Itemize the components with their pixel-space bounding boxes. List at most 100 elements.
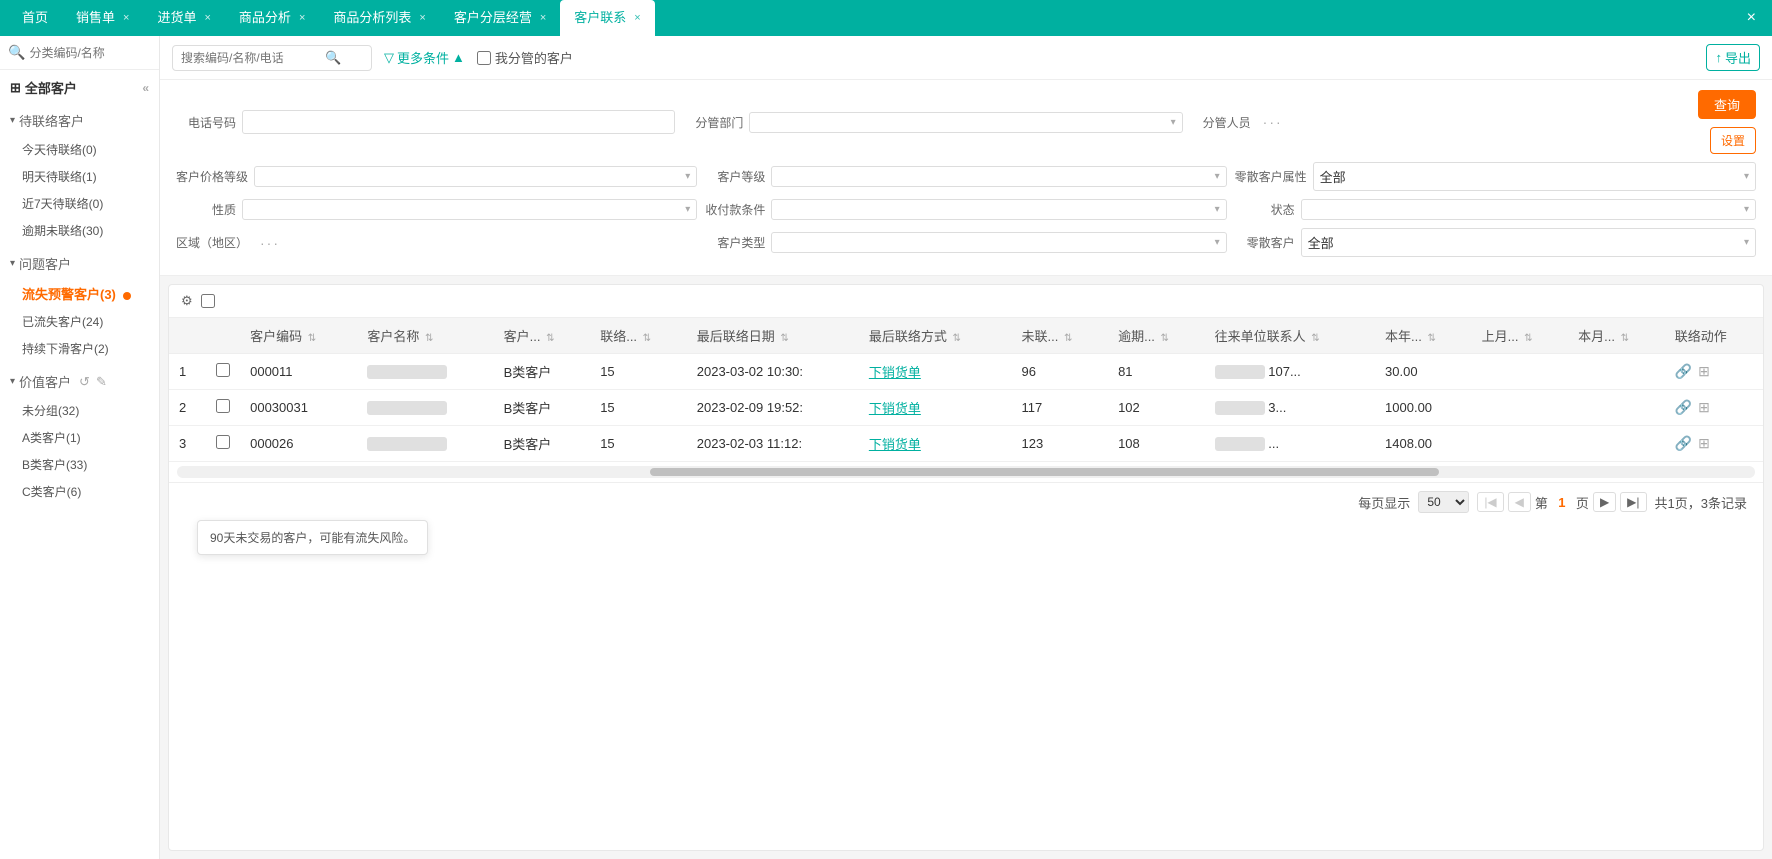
nav-home[interactable]: 首页 (8, 0, 62, 36)
sidebar-search-input[interactable] (29, 46, 160, 60)
row-checkbox-0[interactable] (216, 363, 230, 377)
sort-unlink-icon[interactable]: ⇅ (1064, 333, 1072, 344)
status-select[interactable]: ▾ (1301, 199, 1756, 220)
scrollbar-thumb[interactable] (650, 468, 1439, 476)
dept-select[interactable]: ▾ (749, 112, 1182, 133)
sidebar-item-tomorrow[interactable]: 明天待联络(1) (0, 163, 159, 190)
action-link-icon[interactable]: 🔗 (1675, 435, 1692, 452)
cell-check[interactable] (206, 426, 240, 462)
cell-name (357, 426, 493, 462)
col-this-year: 本年... ⇅ (1375, 318, 1472, 354)
sort-lastmonth-icon[interactable]: ⇅ (1524, 333, 1532, 344)
sort-name-icon[interactable]: ⇅ (425, 333, 433, 344)
sidebar-item-declining[interactable]: 持续下滑客户(2) (0, 335, 159, 362)
nav-customer-tier[interactable]: 客户分层经营 × (440, 0, 560, 36)
table-footer: 每页显示 50 100 200 |◀ ◀ 第 1 页 ▶ ▶| 共1页，3条记录 (169, 482, 1763, 521)
sort-code-icon[interactable]: ⇅ (308, 333, 316, 344)
retail-attr-chevron-icon: ▾ (1744, 171, 1749, 182)
cell-this-month (1568, 354, 1665, 390)
cell-last-date: 2023-02-03 11:12: (687, 426, 859, 462)
per-page-select[interactable]: 50 100 200 (1418, 491, 1469, 513)
last-method-link[interactable]: 下销货单 (869, 437, 921, 452)
sidebar-item-churn-warning[interactable]: 流失预警客户(3) (0, 279, 159, 308)
edit-icon[interactable]: ✎ (96, 374, 107, 390)
global-close-button[interactable]: × (1739, 9, 1764, 27)
price-grade-select[interactable]: ▾ (254, 166, 697, 187)
region-dots-icon[interactable]: ··· (254, 233, 286, 253)
person-dots-icon[interactable]: ··· (1257, 112, 1289, 132)
sidebar-group-problem-title[interactable]: ▾ 问题客户 (0, 248, 159, 279)
sort-year-icon[interactable]: ⇅ (1428, 333, 1436, 344)
action-link-icon[interactable]: 🔗 (1675, 399, 1692, 416)
last-method-link[interactable]: 下销货单 (869, 365, 921, 380)
sidebar-item-7days[interactable]: 近7天待联络(0) (0, 190, 159, 217)
payment-select[interactable]: ▾ (771, 199, 1226, 220)
sidebar-group-value-title[interactable]: ▾ 价值客户 ↺ ✎ (0, 366, 159, 397)
sort-method-icon[interactable]: ⇅ (952, 333, 960, 344)
action-grid-icon[interactable]: ⊞ (1698, 399, 1710, 416)
cust-type-select[interactable]: ▾ (771, 232, 1226, 253)
phone-input[interactable] (242, 110, 675, 134)
my-customers-checkbox[interactable] (477, 51, 491, 65)
filter-search-input[interactable] (181, 51, 321, 65)
action-link-icon[interactable]: 🔗 (1675, 363, 1692, 380)
sort-date-icon[interactable]: ⇅ (780, 333, 788, 344)
adv-settings-button[interactable]: 设置 (1710, 127, 1756, 154)
cell-action: 🔗 ⊞ (1665, 354, 1763, 390)
cell-action: 🔗 ⊞ (1665, 390, 1763, 426)
sort-contact-icon[interactable]: ⇅ (643, 333, 651, 344)
sidebar-item-today[interactable]: 今天待联络(0) (0, 136, 159, 163)
sidebar-item-overdue[interactable]: 逾期未联络(30) (0, 217, 159, 244)
sort-overdue-icon[interactable]: ⇅ (1161, 333, 1169, 344)
sidebar-root[interactable]: ⊞ 全部客户 « (0, 70, 159, 105)
nature-select[interactable]: ▾ (242, 199, 697, 220)
close-analysis-list-icon[interactable]: × (419, 0, 425, 36)
select-all-checkbox[interactable] (201, 294, 215, 308)
prev-page-button[interactable]: ◀ (1508, 492, 1531, 512)
retail-cust-select[interactable]: 全部 ▾ (1301, 228, 1756, 257)
action-grid-icon[interactable]: ⊞ (1698, 363, 1710, 380)
refresh-icon[interactable]: ↺ (79, 374, 90, 390)
filter-more-conditions[interactable]: ▽ 更多条件 ▲ (384, 48, 465, 67)
cust-grade-select[interactable]: ▾ (771, 166, 1226, 187)
last-page-button[interactable]: ▶| (1620, 492, 1646, 512)
export-button[interactable]: ↑ 导出 (1706, 44, 1760, 71)
close-purchase-icon[interactable]: × (204, 0, 210, 36)
nav-purchase[interactable]: 进货单 × (143, 0, 224, 36)
retail-attr-select[interactable]: 全部 ▾ (1313, 162, 1756, 191)
cell-check[interactable] (206, 354, 240, 390)
sort-thismonth-icon[interactable]: ⇅ (1621, 333, 1629, 344)
col-cust-type: 客户... ⇅ (494, 318, 591, 354)
sidebar-item-churned[interactable]: 已流失客户(24) (0, 308, 159, 335)
last-method-link[interactable]: 下销货单 (869, 401, 921, 416)
sort-type-icon[interactable]: ⇅ (546, 333, 554, 344)
my-customers-filter[interactable]: 我分管的客户 (477, 48, 573, 67)
sidebar-item-class-a[interactable]: A类客户(1) (0, 424, 159, 451)
sidebar-item-class-b[interactable]: B类客户(33) (0, 451, 159, 478)
query-button[interactable]: 查询 (1698, 90, 1756, 119)
sort-contacts-icon[interactable]: ⇅ (1311, 333, 1319, 344)
sidebar-item-ungrouped[interactable]: 未分组(32) (0, 397, 159, 424)
cell-check[interactable] (206, 390, 240, 426)
nav-analysis-list[interactable]: 商品分析列表 × (319, 0, 439, 36)
row-checkbox-1[interactable] (216, 399, 230, 413)
first-page-button[interactable]: |◀ (1477, 492, 1503, 512)
cell-last-method: 下销货单 (859, 426, 1012, 462)
table-settings-icon[interactable]: ⚙ (181, 293, 193, 309)
nav-analysis[interactable]: 商品分析 × (225, 0, 319, 36)
cell-unlink: 123 (1012, 426, 1109, 462)
horizontal-scrollbar[interactable] (177, 466, 1755, 478)
close-customer-tier-icon[interactable]: × (540, 0, 546, 36)
close-analysis-icon[interactable]: × (299, 0, 305, 36)
close-customer-contact-icon[interactable]: × (634, 0, 640, 36)
action-grid-icon[interactable]: ⊞ (1698, 435, 1710, 452)
sidebar-item-class-c[interactable]: C类客户(6) (0, 478, 159, 505)
row-checkbox-2[interactable] (216, 435, 230, 449)
sidebar-collapse-icon[interactable]: « (142, 81, 149, 95)
nav-sales[interactable]: 销售单 × (62, 0, 143, 36)
filter-search-button[interactable]: 🔍 (325, 50, 341, 66)
sidebar-group-pending-title[interactable]: ▾ 待联络客户 (0, 105, 159, 136)
nav-customer-contact[interactable]: 客户联系 × (560, 0, 654, 36)
close-sales-icon[interactable]: × (123, 0, 129, 36)
next-page-button[interactable]: ▶ (1593, 492, 1616, 512)
